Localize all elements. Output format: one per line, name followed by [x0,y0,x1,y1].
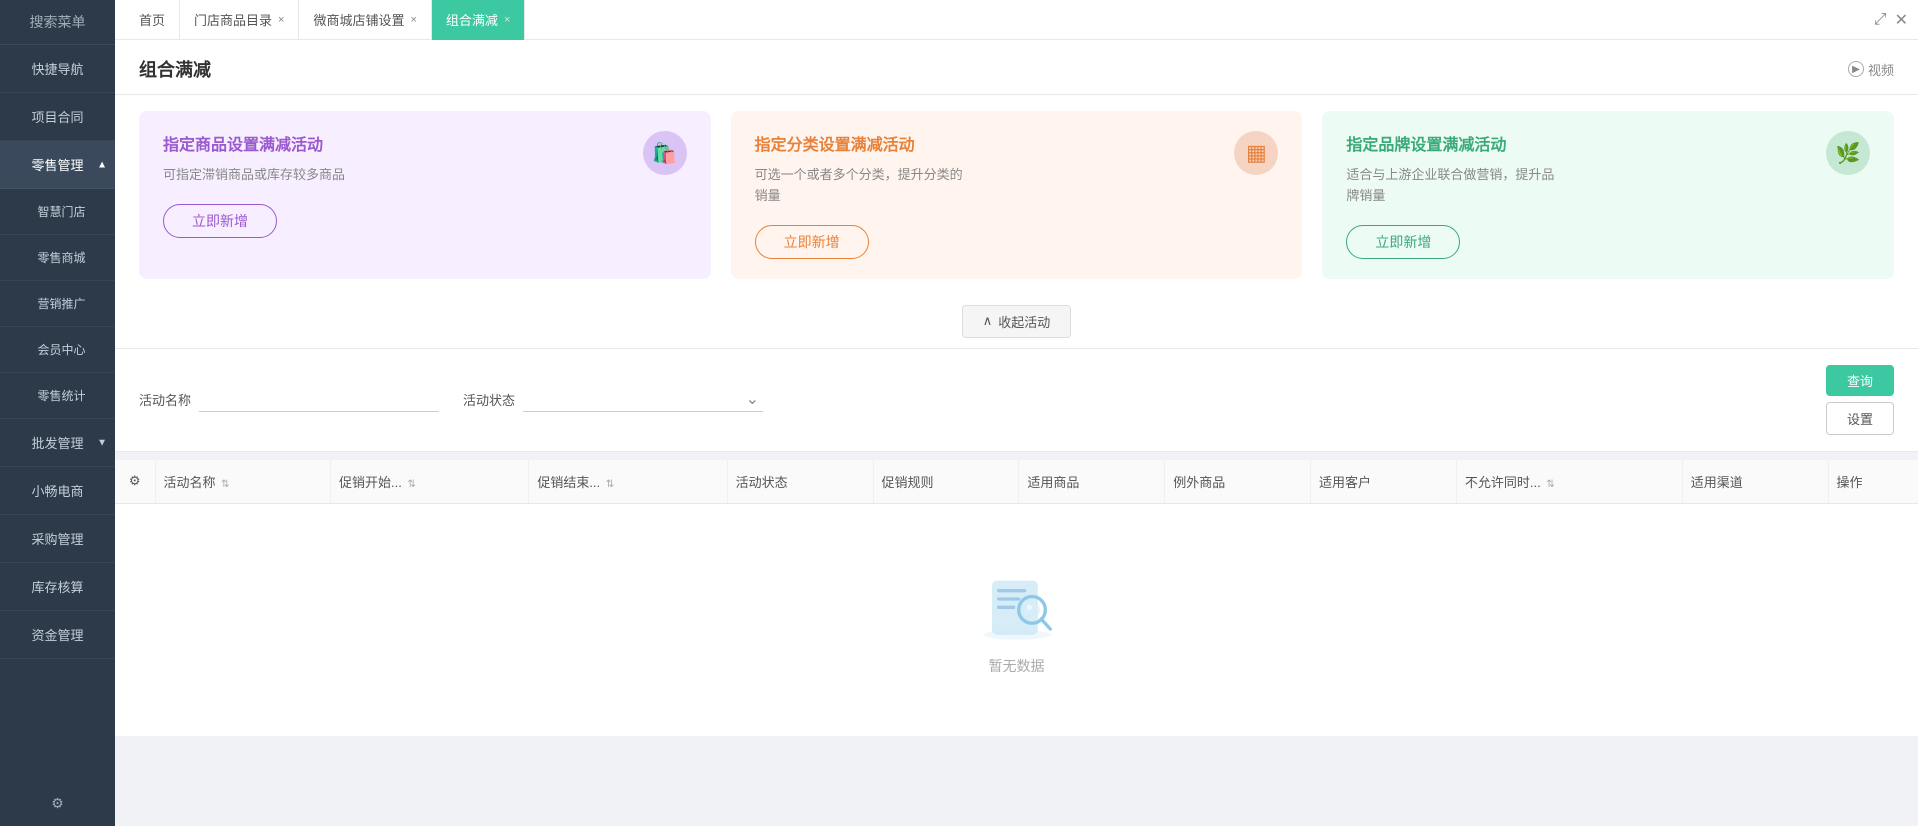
card-category-discount: ▦ 指定分类设置满减活动 可选一个或者多个分类，提升分类的销量 立即新增 [731,111,1303,279]
th-no-overlap[interactable]: 不允许同时... ⇅ [1456,460,1682,504]
activity-table: ⚙ 活动名称 ⇅ 促销开始... ⇅ 促销结束... ⇅ [115,460,1918,504]
activity-status-select-wrapper [523,388,763,412]
sidebar-item-smart-store[interactable]: 智慧门店 [0,189,115,235]
sort-icon-promo-start: ⇅ [407,479,415,490]
video-circle-icon: ▶ [1848,61,1864,77]
settings-icon[interactable]: ⚙ [0,781,115,826]
th-operation: 操作 [1828,460,1918,504]
empty-state: 暂无数据 [115,504,1918,736]
sidebar-item-quick-nav[interactable]: 快捷导航 [0,45,115,93]
sidebar-search[interactable]: 搜索菜单 [0,0,115,45]
sidebar: 搜索菜单 快捷导航 项目合同 零售管理 智慧门店 零售商城 营销推广 会员中心 … [0,0,115,826]
card-product-desc: 可指定滞销商品或库存较多商品 [163,165,383,186]
sidebar-item-purchase-mgmt[interactable]: 采购管理 [0,515,115,563]
sidebar-item-small-ecom[interactable]: 小畅电商 [0,467,115,515]
card-product-discount: 🛍️ 指定商品设置满减活动 可指定滞销商品或库存较多商品 立即新增 [139,111,711,279]
main-area: 首页 门店商品目录 × 微商城店铺设置 × 组合满减 × ⤢ ✕ 组合满减 ▶ … [115,0,1918,826]
th-applicable-customer: 适用客户 [1311,460,1457,504]
th-gear[interactable]: ⚙ [115,460,155,504]
page-content: 组合满减 ▶ 视频 🛍️ 指定商品设置满减活动 可指定滞销商品或库存较多商品 立… [115,40,1918,826]
close-icon[interactable]: ✕ [1895,10,1908,30]
collapse-bar: ∧ 收起活动 [115,295,1918,349]
table-header-row: ⚙ 活动名称 ⇅ 促销开始... ⇅ 促销结束... ⇅ [115,460,1918,504]
sidebar-item-inventory[interactable]: 库存核算 [0,563,115,611]
page-header: 组合满减 ▶ 视频 [115,40,1918,95]
sidebar-item-retail-mall[interactable]: 零售商城 [0,235,115,281]
card-category-icon: ▦ [1234,131,1278,175]
filter-buttons: 查询 设置 [1826,365,1894,435]
card-brand-icon: 🌿 [1826,131,1870,175]
gear-icon: ⚙ [129,473,141,488]
window-controls: ⤢ ✕ [1874,10,1908,30]
activity-name-input[interactable] [199,388,439,412]
card-brand-discount: 🌿 指定品牌设置满减活动 适合与上游企业联合做营销，提升品牌销量 立即新增 [1322,111,1894,279]
th-promo-end[interactable]: 促销结束... ⇅ [529,460,727,504]
sidebar-item-member-center[interactable]: 会员中心 [0,327,115,373]
tab-wechat-settings[interactable]: 微商城店铺设置 × [299,0,431,40]
filter-activity-status: 活动状态 [463,388,763,412]
filter-section: 活动名称 活动状态 查询 设置 [115,349,1918,452]
collapse-activities-button[interactable]: ∧ 收起活动 [962,305,1072,338]
th-promo-start[interactable]: 促销开始... ⇅ [330,460,528,504]
tab-close-combo-discount[interactable]: × [504,14,510,26]
empty-text: 暂无数据 [989,656,1045,676]
th-status: 活动状态 [727,460,873,504]
card-product-title: 指定商品设置满减活动 [163,131,687,155]
card-brand-desc: 适合与上游企业联合做营销，提升品牌销量 [1346,165,1566,207]
card-brand-title: 指定品牌设置满减活动 [1346,131,1870,155]
activity-name-label: 活动名称 [139,390,191,409]
sort-icon-promo-end: ⇅ [606,479,614,490]
tab-close-store-catalog[interactable]: × [278,14,284,26]
video-button[interactable]: ▶ 视频 [1848,60,1894,79]
restore-icon[interactable]: ⤢ [1874,11,1887,29]
page-title: 组合满减 [139,56,211,82]
sidebar-item-wholesale-mgmt[interactable]: 批发管理 [0,419,115,467]
sidebar-item-retail-mgmt[interactable]: 零售管理 [0,141,115,189]
query-button[interactable]: 查询 [1826,365,1894,396]
activity-status-input[interactable] [523,388,743,411]
sort-icon-name: ⇅ [221,479,229,490]
card-category-title: 指定分类设置满减活动 [755,131,1279,155]
table-section: ⚙ 活动名称 ⇅ 促销开始... ⇅ 促销结束... ⇅ [115,460,1918,736]
card-category-add-btn[interactable]: 立即新增 [755,225,869,259]
th-name[interactable]: 活动名称 ⇅ [155,460,330,504]
th-applicable-goods: 适用商品 [1019,460,1165,504]
th-excluded-goods: 例外商品 [1165,460,1311,504]
tab-combo-discount[interactable]: 组合满减 × [432,0,525,40]
card-product-icon: 🛍️ [643,131,687,175]
tab-close-wechat-settings[interactable]: × [410,14,416,26]
cards-row: 🛍️ 指定商品设置满减活动 可指定滞销商品或库存较多商品 立即新增 ▦ 指定分类… [139,111,1894,279]
cards-section: 🛍️ 指定商品设置满减活动 可指定滞销商品或库存较多商品 立即新增 ▦ 指定分类… [115,95,1918,295]
th-applicable-channel: 适用渠道 [1682,460,1828,504]
card-category-desc: 可选一个或者多个分类，提升分类的销量 [755,165,975,207]
sidebar-item-finance[interactable]: 资金管理 [0,611,115,659]
tab-bar: 首页 门店商品目录 × 微商城店铺设置 × 组合满减 × ⤢ ✕ [115,0,1918,40]
tab-store-catalog[interactable]: 门店商品目录 × [180,0,299,40]
filter-activity-name: 活动名称 [139,388,439,412]
sort-icon-no-overlap: ⇅ [1546,479,1554,490]
setting-button[interactable]: 设置 [1826,402,1894,435]
collapse-chevron-icon: ∧ [983,313,993,329]
th-promo-rule: 促销规则 [873,460,1019,504]
sidebar-item-marketing[interactable]: 营销推广 [0,281,115,327]
empty-illustration [967,564,1067,644]
card-brand-add-btn[interactable]: 立即新增 [1346,225,1460,259]
sidebar-item-project-contract[interactable]: 项目合同 [0,93,115,141]
card-product-add-btn[interactable]: 立即新增 [163,204,277,238]
activity-status-label: 活动状态 [463,390,515,409]
sidebar-item-retail-stats[interactable]: 零售统计 [0,373,115,419]
tab-home[interactable]: 首页 [125,0,180,40]
